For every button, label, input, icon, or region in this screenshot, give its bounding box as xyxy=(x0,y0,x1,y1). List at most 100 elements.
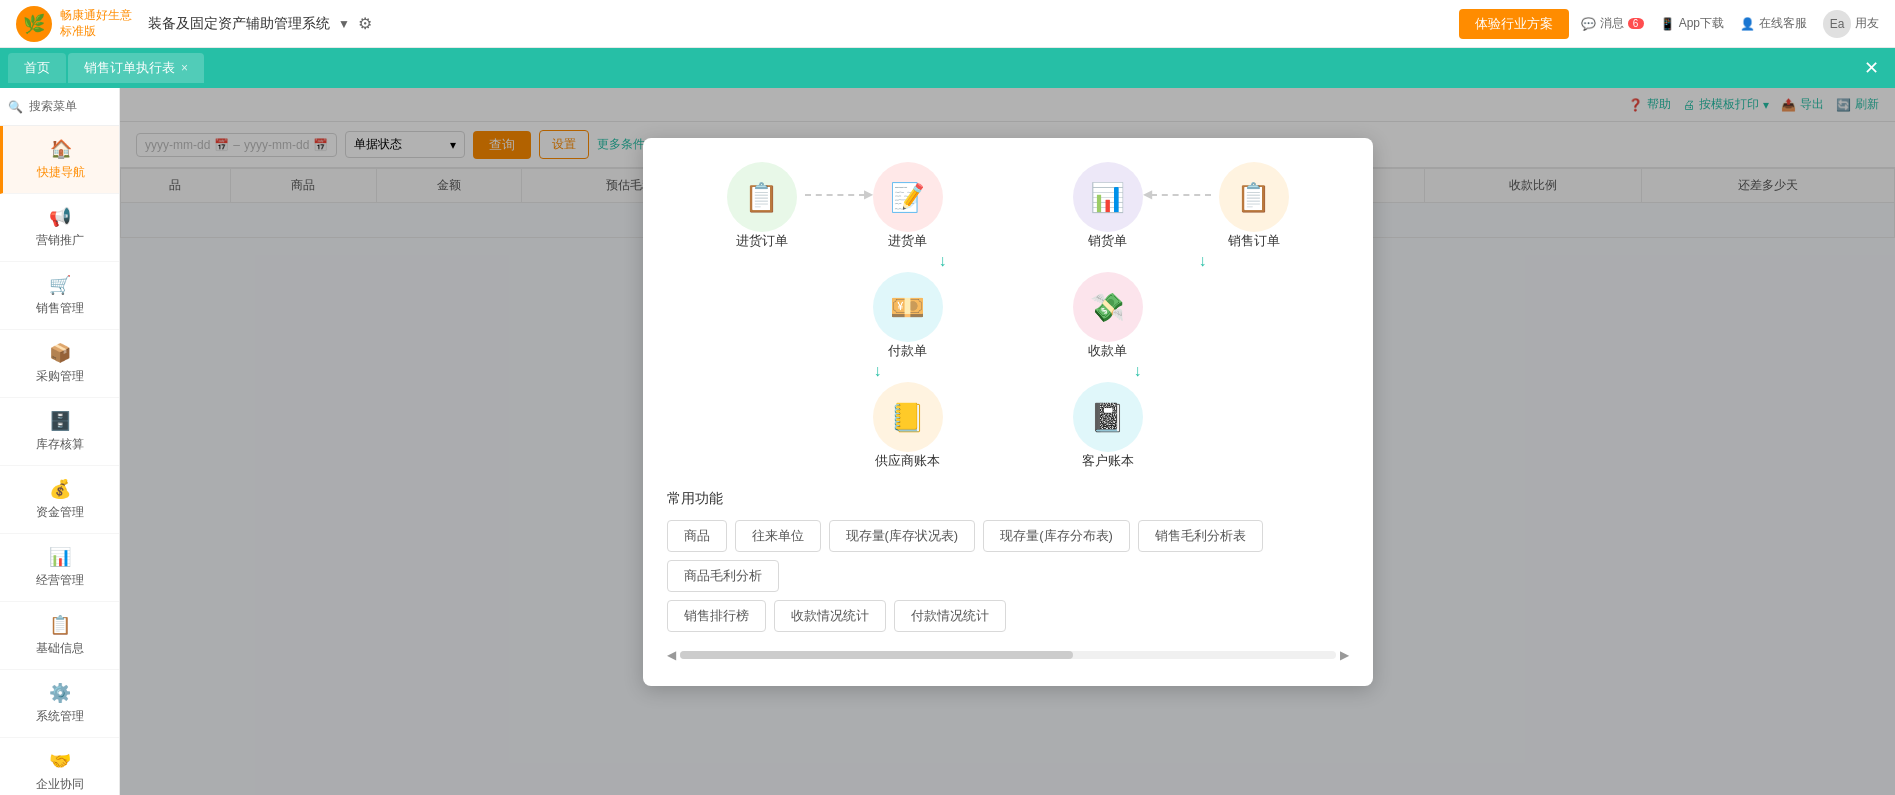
sidebar-item-marketing[interactable]: 📢 营销推广 xyxy=(0,194,119,262)
scroll-thumb xyxy=(680,651,1074,659)
func-receipt-stats[interactable]: 收款情况统计 xyxy=(774,600,886,632)
marketing-icon: 📢 xyxy=(49,206,71,228)
online-service-item[interactable]: 👤 在线客服 xyxy=(1740,15,1807,32)
sales-order-label: 销售订单 xyxy=(1228,232,1280,250)
phone-icon: 📱 xyxy=(1660,17,1675,31)
sidebar: 🔍 搜索菜单 🏠 快捷导航 📢 营销推广 🛒 销售管理 📦 采购管理 🗄️ 库存… xyxy=(0,88,120,795)
logo-area: 🌿 畅康通好生意 标准版 xyxy=(16,6,136,42)
payment-node: 💴 付款单 xyxy=(873,272,943,360)
tab-home[interactable]: 首页 xyxy=(8,53,66,83)
nav-tabs: 首页 销售订单执行表 × ✕ xyxy=(0,48,1895,88)
purchase-order-label: 进货订单 xyxy=(736,232,788,250)
logo-icon: 🌿 xyxy=(16,6,52,42)
supplier-ledger-node: 📒 供应商账本 xyxy=(873,382,943,470)
finance-icon: 💰 xyxy=(49,478,71,500)
receipt-circle[interactable]: 💸 xyxy=(1073,272,1143,342)
modal-scrollbar: ◀ ▶ xyxy=(667,648,1349,662)
receipt-label: 收款单 xyxy=(1088,342,1127,360)
sidebar-item-enterprise[interactable]: 🤝 企业协同 xyxy=(0,738,119,795)
sidebar-item-operations[interactable]: 📊 经营管理 xyxy=(0,534,119,602)
scroll-track[interactable] xyxy=(680,651,1336,659)
close-tab-icon[interactable]: × xyxy=(181,61,188,75)
func-contacts[interactable]: 往来单位 xyxy=(735,520,821,552)
receipt-node: 💸 收款单 xyxy=(1073,272,1143,360)
flow-row-middle: 💴 付款单 💸 收款单 xyxy=(667,272,1349,360)
system-dropdown-button[interactable]: ▼ xyxy=(338,17,350,31)
customer-ledger-label: 客户账本 xyxy=(1082,452,1134,470)
func-product-profit[interactable]: 商品毛利分析 xyxy=(667,560,779,592)
purchase-icon: 📦 xyxy=(49,342,71,364)
avatar: Ea xyxy=(1823,10,1851,38)
sidebar-item-quick-nav[interactable]: 🏠 快捷导航 xyxy=(0,126,119,194)
inventory-icon: 🗄️ xyxy=(49,410,71,432)
sales-icon: 🛒 xyxy=(49,274,71,296)
arrow-down-receipt: ↓ xyxy=(1138,250,1268,272)
common-functions: 常用功能 商品 往来单位 现存量(库存状况表) 现存量(库存分布表) 销售毛利分… xyxy=(667,490,1349,632)
func-payment-stats[interactable]: 付款情况统计 xyxy=(894,600,1006,632)
purchase-bill-label: 进货单 xyxy=(888,232,927,250)
message-badge: 6 xyxy=(1628,18,1644,29)
arrow-sales-order-to-bill xyxy=(1143,194,1219,218)
flow-row-top: 📋 进货订单 📝 进货单 📊 销货单 xyxy=(667,162,1349,250)
sidebar-item-inventory[interactable]: 🗄️ 库存核算 xyxy=(0,398,119,466)
sales-bill-label: 销货单 xyxy=(1088,232,1127,250)
supplier-ledger-circle[interactable]: 📒 xyxy=(873,382,943,452)
sales-bill-node: 📊 销货单 xyxy=(1073,162,1143,250)
header-right: 💬 消息 6 📱 App下载 👤 在线客服 Ea 用友 xyxy=(1581,10,1879,38)
scroll-left-button[interactable]: ◀ xyxy=(667,648,676,662)
sidebar-item-purchase[interactable]: 📦 采购管理 xyxy=(0,330,119,398)
purchase-bill-circle[interactable]: 📝 xyxy=(873,162,943,232)
func-inventory-dist[interactable]: 现存量(库存分布表) xyxy=(983,520,1130,552)
search-menu-item[interactable]: 🔍 搜索菜单 xyxy=(0,88,119,126)
purchase-bill-node: 📝 进货单 xyxy=(873,162,943,250)
main-layout: 🔍 搜索菜单 🏠 快捷导航 📢 营销推广 🛒 销售管理 📦 采购管理 🗄️ 库存… xyxy=(0,88,1895,795)
arrow-down-supplier: ↓ xyxy=(813,360,943,382)
sales-bill-circle[interactable]: 📊 xyxy=(1073,162,1143,232)
sales-order-node: 📋 销售订单 xyxy=(1219,162,1289,250)
func-sales-profit[interactable]: 销售毛利分析表 xyxy=(1138,520,1263,552)
operations-icon: 📊 xyxy=(49,546,71,568)
sidebar-item-sales[interactable]: 🛒 销售管理 xyxy=(0,262,119,330)
func-inventory-status[interactable]: 现存量(库存状况表) xyxy=(829,520,976,552)
payment-circle[interactable]: 💴 xyxy=(873,272,943,342)
system-title: 装备及固定资产辅助管理系统 xyxy=(148,15,330,33)
func-product[interactable]: 商品 xyxy=(667,520,727,552)
trial-button[interactable]: 体验行业方案 xyxy=(1459,9,1569,39)
close-all-tabs-button[interactable]: ✕ xyxy=(1856,57,1887,79)
home-icon: 🏠 xyxy=(50,138,72,160)
arrow-purchase-to-bill xyxy=(797,194,873,218)
search-icon: 🔍 xyxy=(8,100,23,114)
settings-icon[interactable]: ⚙ xyxy=(358,14,372,33)
tab-sales-order[interactable]: 销售订单执行表 × xyxy=(68,53,204,83)
top-header: 🌿 畅康通好生意 标准版 装备及固定资产辅助管理系统 ▼ ⚙ 体验行业方案 💬 … xyxy=(0,0,1895,48)
app-download-item[interactable]: 📱 App下载 xyxy=(1660,15,1724,32)
purchase-order-node: 📋 进货订单 xyxy=(727,162,797,250)
message-icon: 💬 xyxy=(1581,17,1596,31)
arrows-down-row: ↓ ↓ xyxy=(667,250,1349,272)
message-item[interactable]: 💬 消息 6 xyxy=(1581,15,1644,32)
common-functions-title: 常用功能 xyxy=(667,490,1349,508)
purchase-order-circle[interactable]: 📋 xyxy=(727,162,797,232)
system-icon: ⚙️ xyxy=(49,682,71,704)
enterprise-icon: 🤝 xyxy=(49,750,71,772)
user-item[interactable]: Ea 用友 xyxy=(1823,10,1879,38)
quick-nav-modal: 📋 进货订单 📝 进货单 📊 销货单 xyxy=(643,138,1373,686)
arrows-down-row-2: ↓ ↓ xyxy=(667,360,1349,382)
sidebar-item-system[interactable]: ⚙️ 系统管理 xyxy=(0,670,119,738)
function-buttons-row-2: 销售排行榜 收款情况统计 付款情况统计 xyxy=(667,600,1349,632)
sales-order-circle[interactable]: 📋 xyxy=(1219,162,1289,232)
logo-text: 畅康通好生意 标准版 xyxy=(60,8,132,39)
sidebar-item-basic-info[interactable]: 📋 基础信息 xyxy=(0,602,119,670)
scroll-right-button[interactable]: ▶ xyxy=(1340,648,1349,662)
customer-ledger-node: 📓 客户账本 xyxy=(1073,382,1143,470)
arrow-down-customer: ↓ xyxy=(1073,360,1203,382)
arrow-down-payment: ↓ xyxy=(878,250,1008,272)
basic-info-icon: 📋 xyxy=(49,614,71,636)
sidebar-item-finance[interactable]: 💰 资金管理 xyxy=(0,466,119,534)
content-area: ❓ 帮助 🖨 按模板打印 ▾ 📤 导出 🔄 刷新 yyyy-mm-dd 📅 xyxy=(120,88,1895,795)
payment-label: 付款单 xyxy=(888,342,927,360)
func-sales-ranking[interactable]: 销售排行榜 xyxy=(667,600,766,632)
system-title-area: 装备及固定资产辅助管理系统 ▼ ⚙ xyxy=(148,14,1447,33)
customer-ledger-circle[interactable]: 📓 xyxy=(1073,382,1143,452)
function-buttons-row-1: 商品 往来单位 现存量(库存状况表) 现存量(库存分布表) 销售毛利分析表 商品… xyxy=(667,520,1349,592)
